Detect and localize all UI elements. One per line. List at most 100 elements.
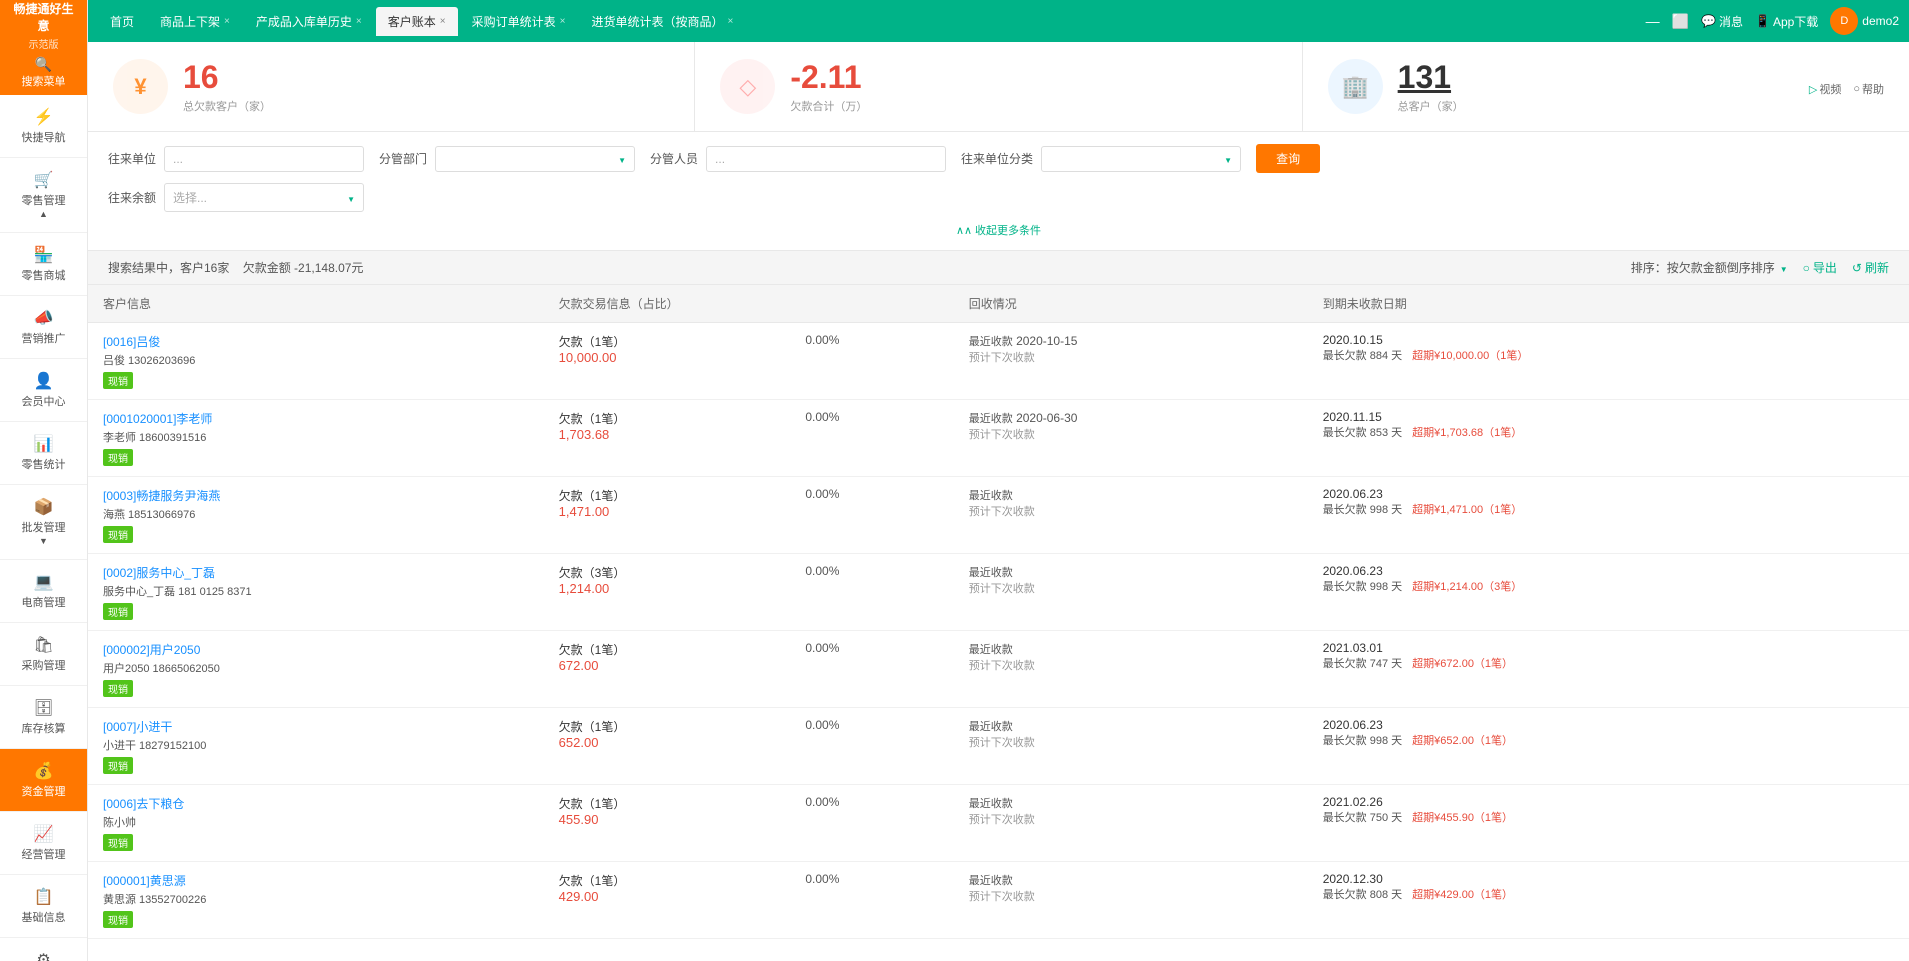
overdue-amount-link[interactable]: 超期¥1,703.68（1笔）	[1412, 427, 1522, 439]
customer-tag: 现销	[103, 834, 133, 851]
debt-customers-label: 总欠款客户（家）	[183, 98, 271, 114]
sidebar-item-wholesale-mgmt[interactable]: 📦 批发管理 ▼	[0, 485, 87, 560]
overdue-amount-link[interactable]: 超期¥652.00（1笔）	[1412, 735, 1513, 747]
recent-date: 2020-10-15	[1016, 334, 1077, 348]
debt-percent-cell: 0.00%	[790, 323, 953, 400]
overdue-info: 最长欠款 747 天 超期¥672.00（1笔）	[1323, 655, 1894, 671]
sidebar-item-quick-nav[interactable]: ⚡ 快捷导航	[0, 95, 87, 158]
tab-home[interactable]: 首页	[98, 7, 146, 36]
sidebar-item-purchase-mgmt[interactable]: 🛍 采购管理	[0, 623, 87, 686]
debt-desc: 欠款（1笔）	[559, 487, 776, 504]
due-date: 2020.10.15	[1323, 333, 1894, 347]
content-area: ¥ 16 总欠款客户（家） ◇ -2.11 欠款合计（万）	[88, 42, 1909, 961]
debt-amount[interactable]: 1,703.68	[559, 427, 776, 442]
sidebar-item-capital-mgmt[interactable]: 💰 资金管理	[0, 749, 87, 812]
tab-customer-account[interactable]: 客户账本 ×	[376, 7, 458, 36]
debt-amount[interactable]: 10,000.00	[559, 350, 776, 365]
sort-chevron-icon[interactable]	[1780, 261, 1788, 275]
result-bar: 搜索结果中，客户16家 欠款金额 -21,148.07元 排序：按欠款金额倒序排…	[88, 251, 1909, 285]
collapse-btn[interactable]: ∧∧ 收起更多条件	[108, 222, 1889, 238]
logo-name: 畅捷通好生意	[10, 0, 77, 34]
sidebar-item-search-menu[interactable]: 🔍 搜索菜单	[0, 50, 87, 95]
data-table-container: 客户信息 欠款交易信息（占比） 回收情况 到期未收款日期 [0016]吕俊 吕俊…	[88, 285, 1909, 961]
stats-top-right: ▷ 视频 ○ 帮助	[1809, 76, 1884, 97]
recovery-cell: 最近收款 2020-10-15 预计下次收款	[954, 323, 1308, 400]
tab-stock-stats[interactable]: 进货单统计表（按商品） ×	[579, 7, 745, 36]
overdue-amount-link[interactable]: 超期¥1,471.00（1笔）	[1412, 504, 1522, 516]
tab-close-customer-account[interactable]: ×	[440, 16, 446, 27]
department-select[interactable]	[435, 146, 635, 172]
debt-info-cell: 欠款（1笔） 652.00	[544, 708, 791, 785]
customer-name-link[interactable]: [0002]服务中心_丁磊	[103, 566, 215, 580]
overdue-amount-link[interactable]: 超期¥1,214.00（3笔）	[1412, 581, 1522, 593]
manager-label: 分管人员	[650, 150, 698, 167]
table-row: [0003]畅捷服务尹海燕 海燕 18513066976 现销 欠款（1笔） 1…	[88, 477, 1909, 554]
sidebar-item-ecommerce[interactable]: 💻 电商管理	[0, 560, 87, 623]
customer-name-link[interactable]: [0001020001]李老师	[103, 412, 212, 426]
customer-name-link[interactable]: [000002]用户2050	[103, 643, 200, 657]
topbar-right: — ⬜ 💬 消息 📱 App下载 D demo2	[1646, 7, 1899, 35]
debt-desc: 欠款（1笔）	[559, 333, 776, 350]
debt-customers-icon: ¥	[113, 59, 168, 114]
window-maximize-btn[interactable]: ⬜	[1672, 13, 1689, 30]
sidebar-item-retail-stats[interactable]: 📊 零售统计	[0, 422, 87, 485]
customer-name-link[interactable]: [000001]黄思源	[103, 874, 186, 888]
tab-close-stock-stats[interactable]: ×	[727, 16, 733, 27]
query-button[interactable]: 查询	[1256, 144, 1320, 173]
sidebar-item-marketing[interactable]: 📣 营销推广	[0, 296, 87, 359]
refresh-icon: ↺	[1852, 261, 1862, 275]
sidebar-item-retail-mgmt[interactable]: 🛒 零售管理 ▲	[0, 158, 87, 233]
overdue-amount-link[interactable]: 超期¥429.00（1笔）	[1412, 889, 1513, 901]
sidebar-item-member-center[interactable]: 👤 会员中心	[0, 359, 87, 422]
debt-amount[interactable]: 429.00	[559, 889, 776, 904]
overdue-amount-link[interactable]: 超期¥672.00（1笔）	[1412, 658, 1513, 670]
tab-purchase-order[interactable]: 采购订单统计表 ×	[460, 7, 578, 36]
tab-close-purchase-order[interactable]: ×	[560, 16, 566, 27]
message-btn[interactable]: 💬 消息	[1701, 13, 1743, 30]
debt-info-cell: 欠款（3笔） 1,214.00	[544, 554, 791, 631]
debt-amount[interactable]: 1,214.00	[559, 581, 776, 596]
debt-desc: 欠款（1笔）	[559, 795, 776, 812]
unit-category-select[interactable]	[1041, 146, 1241, 172]
result-info: 搜索结果中，客户16家 欠款金额 -21,148.07元	[108, 259, 363, 276]
video-help-btn[interactable]: ▷ 视频	[1809, 81, 1841, 97]
manager-input[interactable]: ...	[706, 146, 946, 172]
debt-amount[interactable]: 1,471.00	[559, 504, 776, 519]
customer-info-cell: [0007]小进干 小进干 18279152100 现销	[88, 708, 544, 785]
debt-amount[interactable]: 672.00	[559, 658, 776, 673]
debt-amount[interactable]: 652.00	[559, 735, 776, 750]
balance-select[interactable]: 选择...	[164, 183, 364, 212]
col-due-date: 到期未收款日期	[1308, 285, 1909, 323]
customer-name-link[interactable]: [0003]畅捷服务尹海燕	[103, 489, 220, 503]
customer-name-link[interactable]: [0007]小进干	[103, 720, 172, 734]
debt-amount[interactable]: 455.90	[559, 812, 776, 827]
customer-name-link[interactable]: [0016]吕俊	[103, 335, 160, 349]
user-avatar[interactable]: D demo2	[1830, 7, 1899, 35]
result-amount: 欠款金额 -21,148.07元	[243, 261, 364, 275]
tab-product-offline[interactable]: 商品上下架 ×	[148, 7, 242, 36]
customer-phone: 陈小帅	[103, 814, 529, 830]
export-btn[interactable]: ○ 导出	[1803, 259, 1837, 276]
balance-chevron-icon	[347, 191, 355, 205]
customer-name-link[interactable]: [0006]去下粮仓	[103, 797, 184, 811]
tab-close-product-offline[interactable]: ×	[224, 16, 230, 27]
sidebar-item-business-mgmt[interactable]: 📈 经营管理	[0, 812, 87, 875]
overdue-amount-link[interactable]: 超期¥10,000.00（1笔）	[1412, 350, 1528, 362]
refresh-btn[interactable]: ↺ 刷新	[1852, 259, 1889, 276]
sidebar-item-inventory[interactable]: 🗄 库存核算	[0, 686, 87, 749]
app-download-btn[interactable]: 📱 App下载	[1755, 13, 1818, 30]
tab-production-history[interactable]: 产成品入库单历史 ×	[244, 7, 374, 36]
sidebar-item-system-mgmt[interactable]: ⚙ 系统管理	[0, 938, 87, 961]
debt-percent-cell: 0.00%	[790, 785, 953, 862]
tab-close-production-history[interactable]: ×	[356, 16, 362, 27]
help-btn[interactable]: ○ 帮助	[1853, 81, 1884, 97]
overdue-amount-link[interactable]: 超期¥455.90（1笔）	[1412, 812, 1513, 824]
department-chevron-icon	[618, 152, 626, 166]
from-unit-input[interactable]: ...	[164, 146, 364, 172]
customer-info-cell: [0003]畅捷服务尹海燕 海燕 18513066976 现销	[88, 477, 544, 554]
filter-row-2: 往来余额 选择...	[108, 183, 1889, 212]
sidebar-item-basic-info[interactable]: 📋 基础信息	[0, 875, 87, 938]
sidebar-item-retail-mall[interactable]: 🏪 零售商城	[0, 233, 87, 296]
window-minimize-btn[interactable]: —	[1646, 13, 1660, 29]
recovery-cell: 最近收款 预计下次收款	[954, 785, 1308, 862]
